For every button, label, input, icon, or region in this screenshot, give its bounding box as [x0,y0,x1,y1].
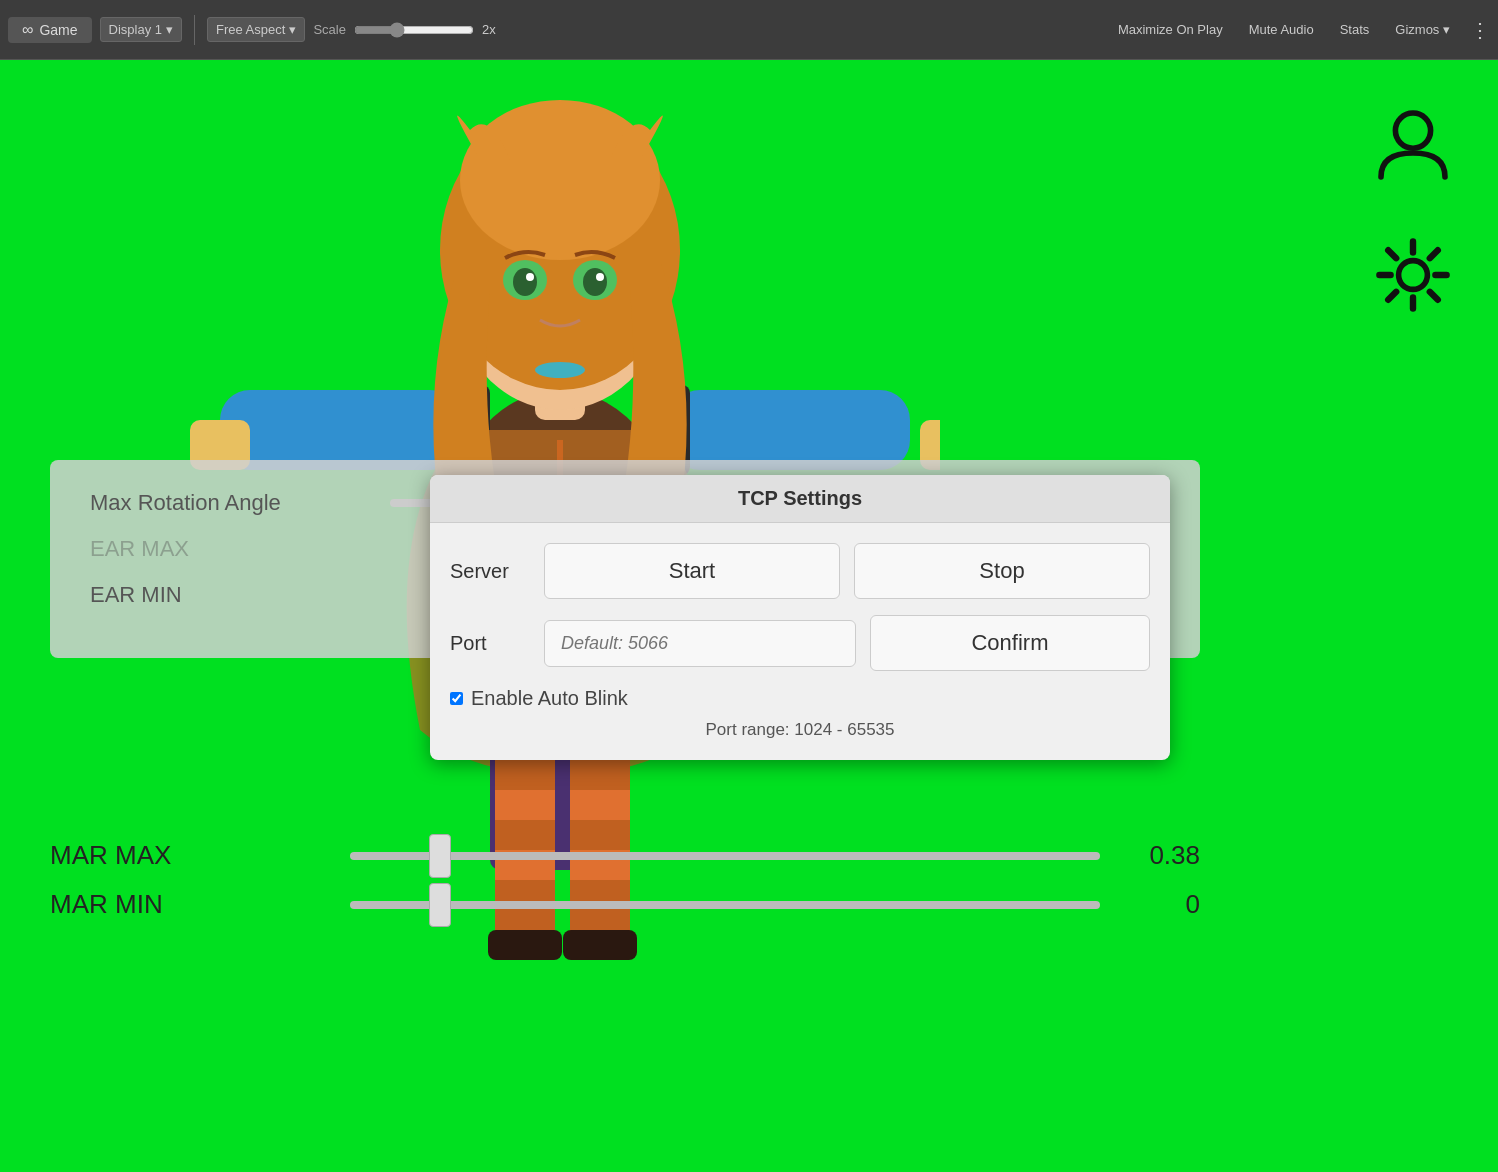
mar-max-row: MAR MAX 0.38 [50,840,1200,871]
svg-line-41 [1388,292,1396,300]
bottom-sliders: MAR MAX 0.38 MAR MIN 0 [50,840,1200,938]
toolbar: ∞ Game Display 1 ▾ Free Aspect ▾ Scale 2… [0,0,1498,60]
server-label: Server [450,560,530,583]
gear-icon [1373,235,1453,315]
ear-min-label: EAR MIN [90,582,370,608]
aspect-chevron: ▾ [289,22,296,37]
port-input[interactable] [544,620,856,667]
mar-max-track [350,852,1100,860]
ear-max-label: EAR MAX [90,536,370,562]
game-icon: ∞ [22,21,33,39]
svg-rect-3 [220,390,460,470]
svg-point-19 [535,362,585,378]
mar-min-label: MAR MIN [50,889,330,920]
svg-point-32 [1395,113,1430,148]
display-chevron: ▾ [166,22,173,37]
gizmos-button[interactable]: Gizmos ▾ [1385,18,1460,41]
mute-button[interactable]: Mute Audio [1239,18,1324,41]
tcp-dialog-title: TCP Settings [430,475,1170,523]
game-area: Max Rotation Angle 0.38 EAR MAX EAR MIN … [0,60,1498,1172]
mar-max-slider-container [350,846,1100,866]
server-row: Server Start Stop [450,543,1150,599]
svg-point-16 [583,268,607,296]
confirm-button[interactable]: Confirm [870,615,1150,671]
separator-1 [194,15,195,45]
svg-point-15 [513,268,537,296]
scale-value: 2x [482,22,496,37]
enable-blink-checkbox[interactable] [450,692,463,705]
maximize-button[interactable]: Maximize On Play [1108,18,1233,41]
enable-blink-label: Enable Auto Blink [471,687,628,710]
user-icon [1373,105,1453,185]
svg-point-18 [596,273,604,281]
mar-max-value: 0.38 [1120,840,1200,871]
scale-slider[interactable] [354,22,474,38]
svg-rect-5 [670,390,910,470]
gizmos-chevron: ▾ [1443,22,1450,37]
user-icon-button[interactable] [1368,100,1458,190]
mar-max-label: MAR MAX [50,840,330,871]
svg-line-40 [1430,250,1438,258]
start-button[interactable]: Start [544,543,840,599]
mar-min-track [350,901,1100,909]
svg-line-38 [1388,250,1396,258]
mar-min-row: MAR MIN 0 [50,889,1200,920]
toolbar-right: Maximize On Play Mute Audio Stats Gizmos… [1108,18,1490,42]
tcp-dialog: TCP Settings Server Start Stop Port Conf… [430,475,1170,760]
game-tab-label: Game [39,22,77,38]
svg-point-17 [526,273,534,281]
svg-rect-27 [570,790,630,820]
more-icon[interactable]: ⋮ [1470,18,1490,42]
port-row: Port Confirm [450,615,1150,671]
svg-rect-23 [495,790,555,820]
scale-label: Scale [313,22,346,37]
stats-button[interactable]: Stats [1330,18,1380,41]
tcp-dialog-body: Server Start Stop Port Confirm Enable Au… [430,523,1170,760]
port-range-info: Port range: 1024 - 65535 [450,720,1150,740]
mar-min-thumb[interactable] [429,883,451,927]
aspect-dropdown[interactable]: Free Aspect ▾ [207,17,305,42]
mar-min-slider-container [350,895,1100,915]
display-label: Display 1 [109,22,162,37]
gear-icon-button[interactable] [1368,230,1458,320]
svg-line-39 [1430,292,1438,300]
max-rotation-label: Max Rotation Angle [90,490,370,516]
svg-point-12 [460,100,660,260]
mar-min-value: 0 [1120,889,1200,920]
port-label: Port [450,632,530,655]
display-dropdown[interactable]: Display 1 ▾ [100,17,182,42]
svg-point-33 [1399,261,1428,290]
enable-blink-row: Enable Auto Blink [450,687,1150,710]
right-icons-panel [1368,100,1458,320]
mar-max-thumb[interactable] [429,834,451,878]
stop-button[interactable]: Stop [854,543,1150,599]
game-tab[interactable]: ∞ Game [8,17,92,43]
aspect-label: Free Aspect [216,22,285,37]
gizmos-label: Gizmos [1395,22,1439,37]
